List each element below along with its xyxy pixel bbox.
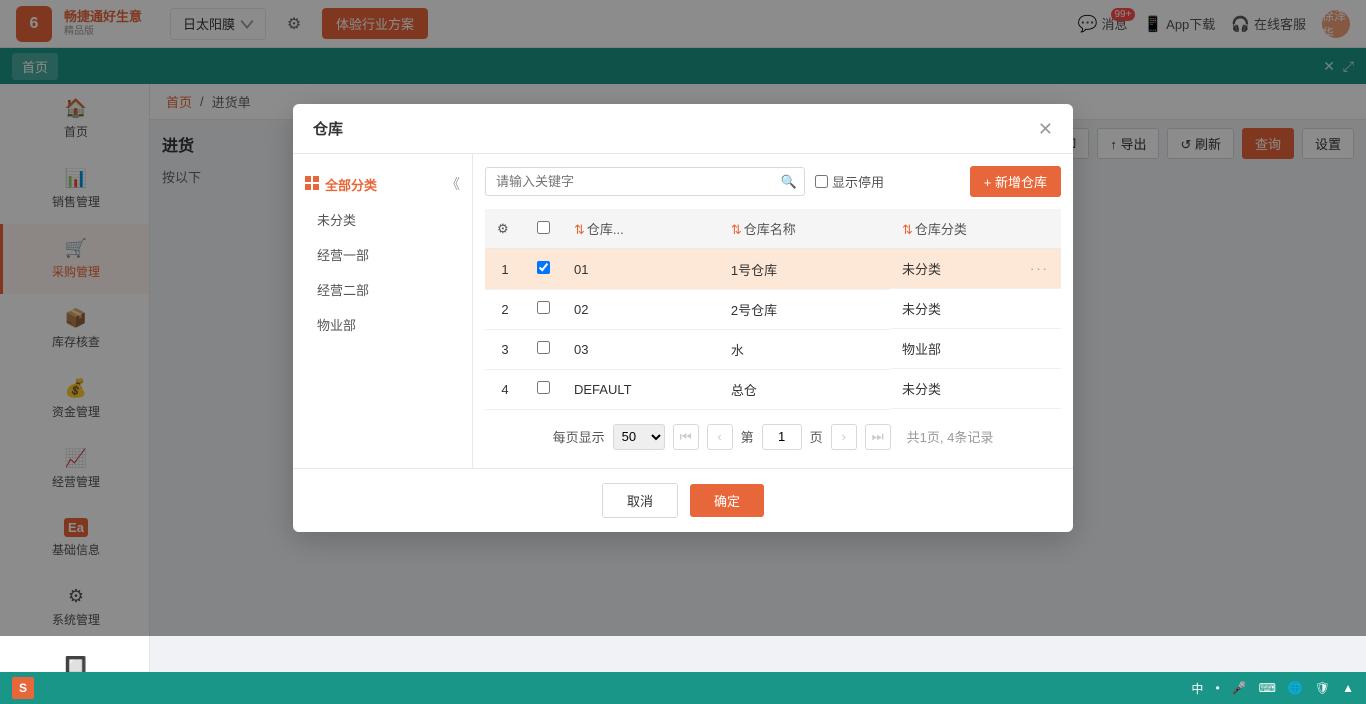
- th-code[interactable]: ⇅仓库...: [562, 209, 719, 249]
- select-all-checkbox[interactable]: [537, 221, 550, 234]
- statusbar: S 中 • 🎤 ⌨ 🌐 🛡 ▲: [0, 672, 1366, 704]
- show-disabled-label[interactable]: 显示停用: [815, 172, 884, 191]
- confirm-button[interactable]: 确定: [690, 484, 764, 517]
- statusbar-arrow: ▲: [1342, 681, 1354, 695]
- td-category: 未分类···: [890, 249, 1061, 289]
- modal-close-button[interactable]: ✕: [1038, 120, 1053, 138]
- category-panel: 全部分类 《 未分类 经营一部 经营二部 物业部: [293, 154, 473, 468]
- sort-category-icon: ⇅: [902, 222, 913, 237]
- search-bar: 🔍 显示停用 + 新增仓库: [485, 166, 1061, 197]
- td-num: 2: [485, 289, 525, 329]
- show-disabled-checkbox[interactable]: [815, 175, 828, 188]
- per-page-select[interactable]: 50 10 20 100: [613, 424, 665, 450]
- td-name: 2号仓库: [719, 289, 890, 329]
- cancel-button[interactable]: 取消: [602, 483, 678, 518]
- statusbar-keyboard: ⌨: [1259, 681, 1276, 695]
- all-categories-item[interactable]: 全部分类: [305, 175, 377, 194]
- row-checkbox-0[interactable]: [537, 261, 550, 274]
- category-dept1[interactable]: 经营一部: [293, 237, 472, 272]
- statusbar-mic: 🎤: [1232, 681, 1247, 695]
- search-input-wrap: 🔍: [485, 167, 805, 196]
- statusbar-globe: 🌐: [1288, 681, 1303, 695]
- row-checkbox-2[interactable]: [537, 341, 550, 354]
- sort-code-icon: ⇅: [574, 222, 585, 237]
- td-name: 总仓: [719, 369, 890, 409]
- td-num: 4: [485, 369, 525, 409]
- search-icon[interactable]: 🔍: [781, 174, 797, 190]
- table-header-row: ⚙ ⇅仓库... ⇅仓库名称 ⇅仓库分类: [485, 209, 1061, 249]
- modal-header: 仓库 ✕: [293, 104, 1073, 154]
- table-row[interactable]: 2 02 2号仓库 未分类···: [485, 289, 1061, 329]
- next-page-button[interactable]: ›: [831, 424, 857, 450]
- statusbar-shield: 🛡: [1315, 681, 1330, 695]
- sidebar-item-enterprise[interactable]: 🔲 企业协同: [0, 642, 149, 672]
- prev-page-button[interactable]: ‹: [707, 424, 733, 450]
- category-collapse-button[interactable]: 《: [446, 174, 460, 194]
- td-code: 02: [562, 289, 719, 329]
- category-property[interactable]: 物业部: [293, 307, 472, 342]
- warehouse-modal: 仓库 ✕ 全部分类 《: [293, 104, 1073, 532]
- modal-footer: 取消 确定: [293, 468, 1073, 532]
- modal-overlay: 仓库 ✕ 全部分类 《: [150, 84, 1366, 636]
- category-uncategorized[interactable]: 未分类: [293, 202, 472, 237]
- statusbar-dot: •: [1215, 681, 1219, 695]
- table-row[interactable]: 4 DEFAULT 总仓 未分类···: [485, 369, 1061, 409]
- grid-icon: [305, 176, 319, 193]
- td-code: 01: [562, 249, 719, 290]
- category-header: 全部分类 《: [293, 166, 472, 202]
- td-num: 3: [485, 329, 525, 369]
- modal-title: 仓库: [313, 118, 343, 139]
- th-name[interactable]: ⇅仓库名称: [719, 209, 890, 249]
- table-row[interactable]: 3 03 水 物业部···: [485, 329, 1061, 369]
- add-warehouse-button[interactable]: + 新增仓库: [970, 166, 1061, 197]
- category-dept2[interactable]: 经营二部: [293, 272, 472, 307]
- last-page-button[interactable]: ⏭: [865, 424, 891, 450]
- td-checkbox: [525, 369, 562, 409]
- sort-name-icon: ⇅: [731, 222, 742, 237]
- td-category: 未分类···: [890, 369, 1061, 409]
- row-more-dots[interactable]: ···: [1030, 261, 1049, 276]
- td-code: 03: [562, 329, 719, 369]
- th-checkbox: [525, 209, 562, 249]
- td-checkbox: [525, 329, 562, 369]
- pagination: 每页显示 50 10 20 100 ⏮ ‹ 第 页: [485, 410, 1061, 456]
- td-checkbox: [525, 289, 562, 329]
- main-layout: 🏠 首页 📊 销售管理 🛒 采购管理 📦 库存核查 💰 资金管理 📈 经营管理 …: [0, 84, 1366, 672]
- modal-content-panel: 🔍 显示停用 + 新增仓库: [473, 154, 1073, 468]
- td-category: 物业部···: [890, 329, 1061, 369]
- first-page-button[interactable]: ⏮: [673, 424, 699, 450]
- th-category[interactable]: ⇅仓库分类: [890, 209, 1061, 249]
- warehouse-table: ⚙ ⇅仓库... ⇅仓库名称 ⇅仓库分类: [485, 209, 1061, 410]
- statusbar-s-logo: S: [12, 677, 34, 699]
- statusbar-lang: 中: [1191, 680, 1203, 697]
- table-container: ⚙ ⇅仓库... ⇅仓库名称 ⇅仓库分类: [485, 209, 1061, 410]
- modal-body: 全部分类 《 未分类 经营一部 经营二部 物业部: [293, 154, 1073, 468]
- enterprise-icon: 🔲: [65, 656, 87, 672]
- td-checkbox: [525, 249, 562, 290]
- main-content: 首页 / 进货单 进货 🖨 印 ↑ 导出 ↺ 刷新 查询 设置 按以下: [150, 84, 1366, 672]
- row-checkbox-3[interactable]: [537, 381, 550, 394]
- th-gear[interactable]: ⚙: [485, 209, 525, 249]
- search-input[interactable]: [485, 167, 805, 196]
- row-checkbox-1[interactable]: [537, 301, 550, 314]
- td-name: 水: [719, 329, 890, 369]
- table-row[interactable]: 1 01 1号仓库 未分类···: [485, 249, 1061, 290]
- td-num: 1: [485, 249, 525, 290]
- td-name: 1号仓库: [719, 249, 890, 290]
- page-input[interactable]: [762, 424, 802, 450]
- td-category: 未分类···: [890, 289, 1061, 329]
- td-code: DEFAULT: [562, 369, 719, 409]
